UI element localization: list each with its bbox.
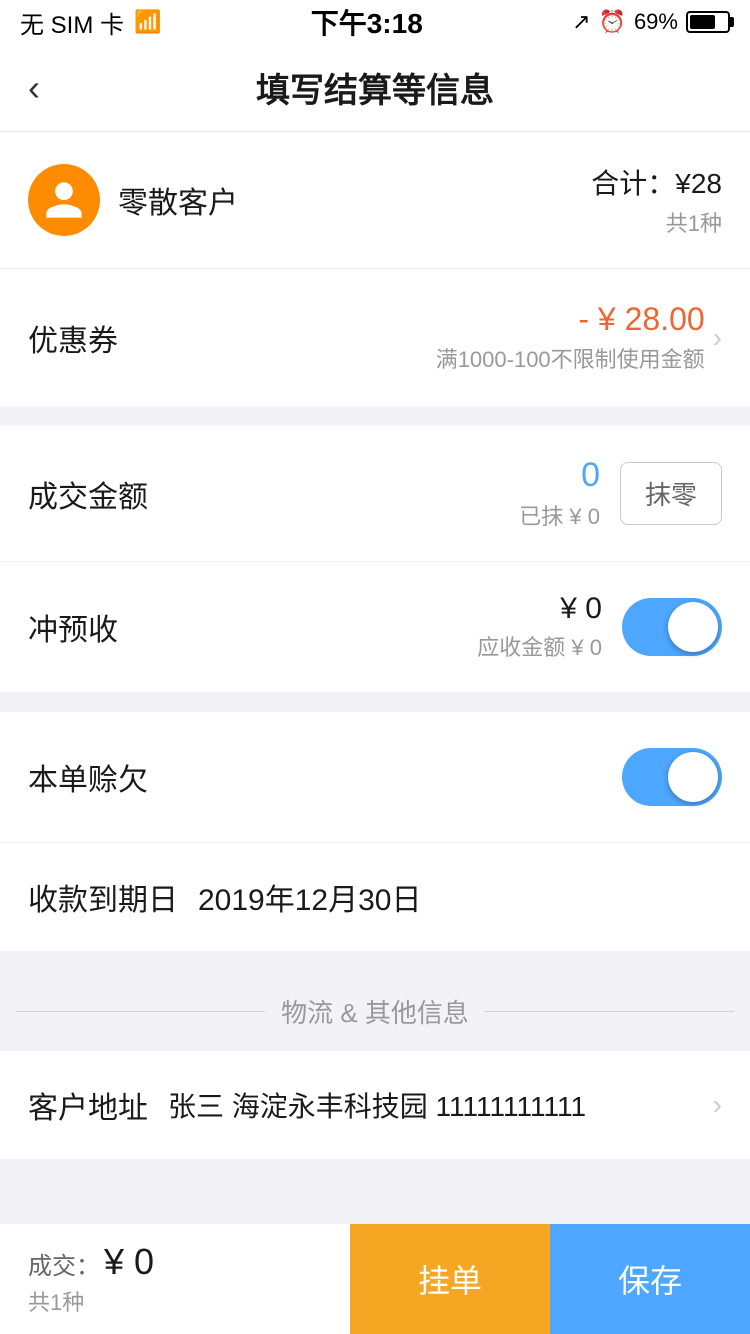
- debt-toggle-knob: [668, 752, 718, 802]
- roundoff-button[interactable]: 抹零: [620, 462, 722, 525]
- prepaid-sub-value: 应收金额 ¥ 0: [477, 630, 602, 662]
- status-left: 无 SIM 卡 📶: [20, 5, 161, 40]
- coupon-right: - ¥ 28.00 满1000-100不限制使用金额 ›: [436, 301, 722, 374]
- status-bar: 无 SIM 卡 📶 下午3:18 ↗ ⏰ 69%: [0, 0, 750, 44]
- debt-card: 本单赊欠 收款到期日 2019年12月30日: [0, 712, 750, 951]
- due-date-row: 收款到期日 2019年12月30日: [0, 842, 750, 951]
- prepaid-toggle[interactable]: [622, 598, 722, 656]
- status-right: ↗ ⏰ 69%: [572, 9, 730, 35]
- chevron-right-icon: ›: [713, 322, 722, 354]
- total-amount: 合计：¥28: [591, 162, 722, 202]
- debt-toggle[interactable]: [622, 748, 722, 806]
- save-label: 保存: [618, 1256, 682, 1302]
- transaction-value: 0: [519, 456, 600, 495]
- transaction-values: 0 已抹 ¥ 0: [519, 456, 600, 531]
- page-title: 填写结算等信息: [256, 63, 494, 112]
- toggle-knob: [668, 602, 718, 652]
- bottom-transaction-line: 成交： ¥ 0: [28, 1241, 322, 1283]
- hang-button[interactable]: 挂单: [350, 1224, 550, 1334]
- transaction-row: 成交金额 0 已抹 ¥ 0 抹零: [0, 426, 750, 562]
- transaction-label: 成交金额: [28, 472, 148, 516]
- battery-icon: [686, 11, 730, 33]
- address-card: 客户地址 张三 海淀永丰科技园 11111111111 ›: [0, 1051, 750, 1159]
- customer-card: 零散客户 合计：¥28 共1种 优惠券 - ¥ 28.00 满1000-100不…: [0, 132, 750, 406]
- debt-row: 本单赊欠: [0, 712, 750, 842]
- customer-name: 零散客户: [118, 178, 238, 222]
- battery-percent: 69%: [634, 9, 678, 35]
- coupon-label: 优惠券: [28, 316, 118, 360]
- logistics-title: 物流 & 其他信息: [281, 993, 469, 1030]
- bottom-bar: 成交： ¥ 0 共1种 挂单 保存: [0, 1224, 750, 1334]
- customer-row: 零散客户 合计：¥28 共1种: [0, 132, 750, 268]
- address-row[interactable]: 客户地址 张三 海淀永丰科技园 11111111111 ›: [0, 1051, 750, 1159]
- prepaid-values: ¥ 0 应收金额 ¥ 0: [477, 592, 602, 662]
- customer-total: 合计：¥28 共1种: [591, 162, 722, 238]
- prepaid-row: 冲预收 ¥ 0 应收金额 ¥ 0: [0, 562, 750, 692]
- transaction-note: 已抹 ¥ 0: [519, 499, 600, 531]
- total-count: 共1种: [591, 206, 722, 238]
- prepaid-right: ¥ 0 应收金额 ¥ 0: [477, 592, 722, 662]
- customer-left: 零散客户: [28, 164, 238, 236]
- bottom-transaction-label: 成交：: [28, 1246, 100, 1281]
- coupon-info: - ¥ 28.00 满1000-100不限制使用金额: [436, 301, 705, 374]
- prepaid-label: 冲预收: [28, 605, 118, 649]
- due-label: 收款到期日: [28, 875, 178, 919]
- divider-line-right: [485, 1011, 734, 1012]
- bottom-count: 共1种: [28, 1285, 322, 1317]
- bottom-info: 成交： ¥ 0 共1种: [0, 1241, 350, 1317]
- transaction-card: 成交金额 0 已抹 ¥ 0 抹零 冲预收 ¥ 0 应收金额 ¥ 0: [0, 426, 750, 692]
- nav-bar: ‹ 填写结算等信息: [0, 44, 750, 132]
- battery-fill: [690, 15, 715, 29]
- divider-line-left: [16, 1011, 265, 1012]
- logistics-header: 物流 & 其他信息: [0, 971, 750, 1051]
- due-date-value: 2019年12月30日: [198, 875, 421, 919]
- carrier-label: 无 SIM 卡: [20, 5, 124, 40]
- transaction-right: 0 已抹 ¥ 0 抹零: [519, 456, 722, 531]
- coupon-row[interactable]: 优惠券 - ¥ 28.00 满1000-100不限制使用金额 ›: [0, 268, 750, 406]
- address-chevron-icon: ›: [713, 1089, 722, 1121]
- debt-label: 本单赊欠: [28, 755, 148, 799]
- alarm-icon: ⏰: [599, 9, 626, 35]
- save-button[interactable]: 保存: [550, 1224, 750, 1334]
- hang-label: 挂单: [418, 1256, 482, 1302]
- bottom-transaction-amount: ¥ 0: [104, 1241, 154, 1283]
- status-time: 下午3:18: [311, 2, 423, 42]
- address-value: 张三 海淀永丰科技园 11111111111: [168, 1085, 713, 1125]
- coupon-discount: - ¥ 28.00: [436, 301, 705, 338]
- back-button[interactable]: ‹: [28, 67, 40, 109]
- coupon-description: 满1000-100不限制使用金额: [436, 342, 705, 374]
- wifi-icon: 📶: [134, 9, 161, 35]
- user-icon: [42, 178, 86, 222]
- location-icon: ↗: [572, 9, 590, 35]
- prepaid-main-value: ¥ 0: [477, 592, 602, 626]
- address-label: 客户地址: [28, 1083, 148, 1127]
- avatar: [28, 164, 100, 236]
- main-content: 零散客户 合计：¥28 共1种 优惠券 - ¥ 28.00 满1000-100不…: [0, 132, 750, 1299]
